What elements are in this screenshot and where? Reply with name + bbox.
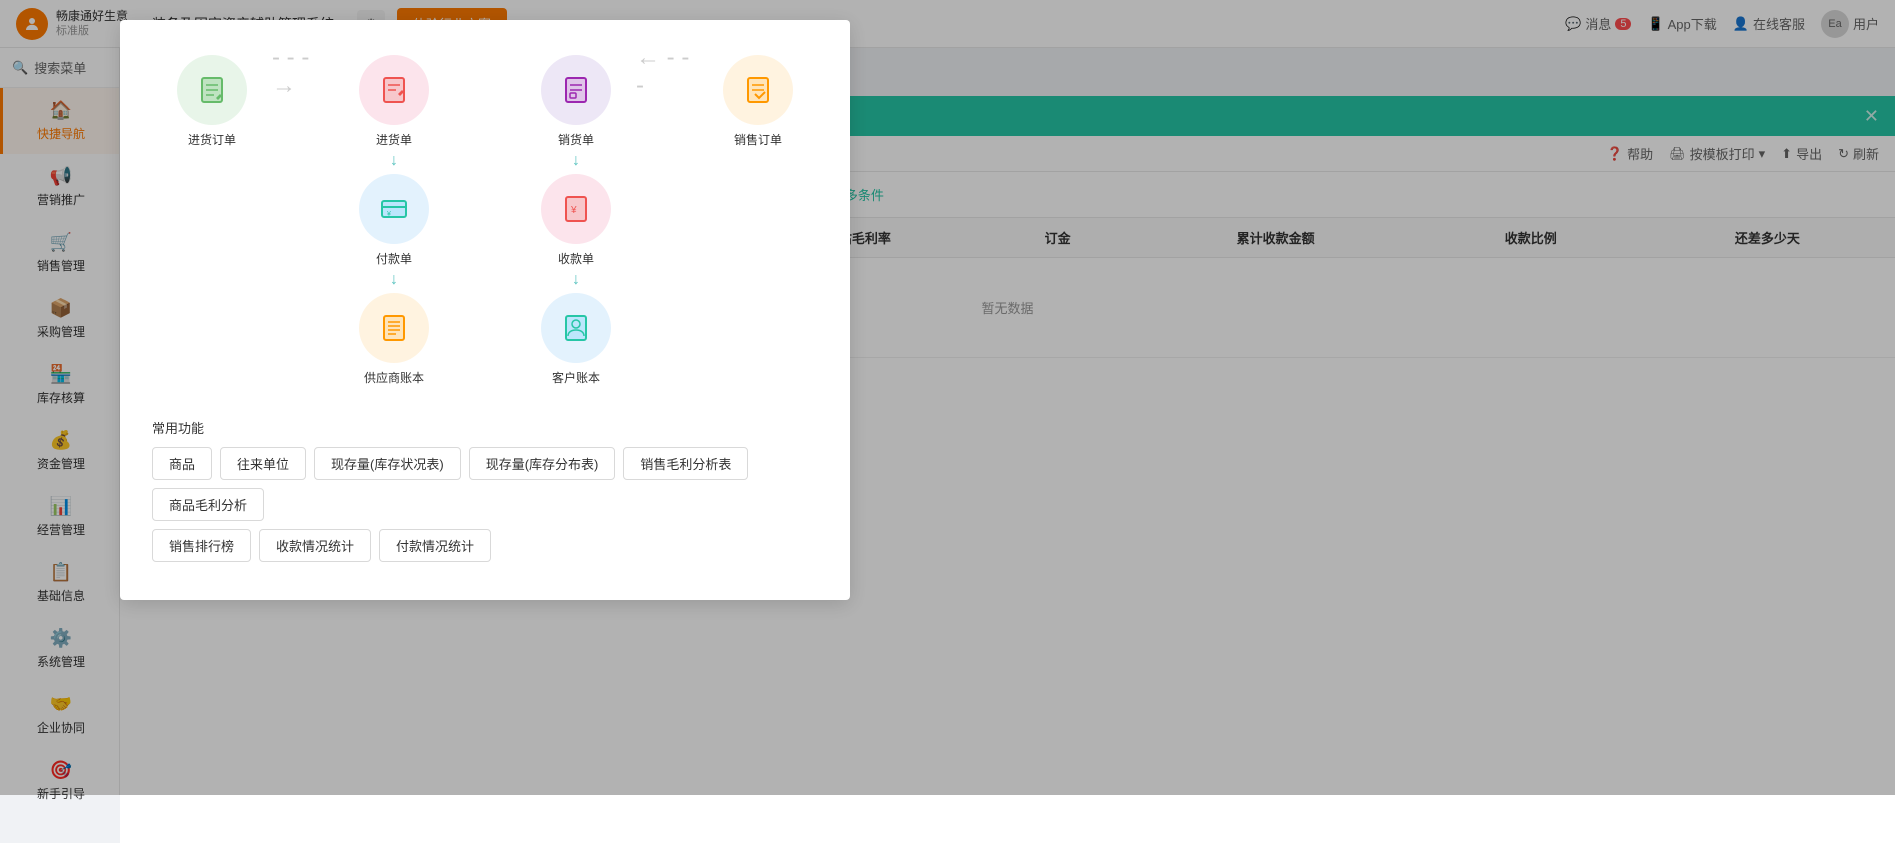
- supplier-ledger-circle: [359, 293, 429, 363]
- func-btn-payment-stat[interactable]: 付款情况统计: [379, 529, 491, 562]
- function-buttons-row1: 商品 往来单位 现存量(库存状况表) 现存量(库存分布表) 销售毛利分析表 商品…: [152, 447, 818, 521]
- sales-order-label: 销售订单: [734, 131, 782, 148]
- arrow-down-sales-bill: ↓: [516, 148, 636, 174]
- svg-text:¥: ¥: [387, 211, 391, 218]
- func-btn-contact[interactable]: 往来单位: [220, 447, 306, 480]
- func-btn-stock-status[interactable]: 现存量(库存状况表): [314, 447, 461, 480]
- func-btn-product[interactable]: 商品: [152, 447, 212, 480]
- arrow-down-receipt: ↓: [516, 267, 636, 293]
- modal-body: 进货订单 - - - →: [120, 20, 850, 600]
- modal-overlay[interactable]: 进货订单 - - - →: [0, 0, 1895, 795]
- flow-node-sales-bill[interactable]: 销货单: [516, 55, 636, 148]
- func-btn-product-profit[interactable]: 商品毛利分析: [152, 488, 264, 521]
- arrow-purchase-order-to-bill: - - - →: [272, 44, 334, 148]
- func-btn-sales-rank[interactable]: 销售排行榜: [152, 529, 251, 562]
- function-buttons-row2: 销售排行榜 收款情况统计 付款情况统计: [152, 529, 818, 562]
- flow-node-purchase-order[interactable]: 进货订单: [152, 55, 272, 148]
- sales-bill-label: 销货单: [558, 131, 594, 148]
- flow-node-purchase-bill[interactable]: 进货单: [334, 55, 454, 148]
- customer-ledger-label: 客户账本: [552, 369, 600, 386]
- common-functions-title: 常用功能: [152, 418, 818, 437]
- arrow-down-purchase-bill: ↓: [334, 148, 454, 174]
- flow-node-customer-ledger[interactable]: 客户账本: [516, 293, 636, 386]
- sales-bill-circle: [541, 55, 611, 125]
- arrow-down-payment: ↓: [334, 267, 454, 293]
- payment-circle: ¥: [359, 174, 429, 244]
- flow-node-receipt[interactable]: ¥ 收款单: [516, 174, 636, 267]
- receipt-circle: ¥: [541, 174, 611, 244]
- purchase-bill-circle: [359, 55, 429, 125]
- purchase-order-label: 进货订单: [188, 131, 236, 148]
- quick-nav-modal: 进货订单 - - - →: [120, 20, 850, 600]
- svg-text:¥: ¥: [570, 205, 577, 216]
- receipt-label: 收款单: [558, 250, 594, 267]
- func-btn-sales-profit[interactable]: 销售毛利分析表: [623, 447, 748, 480]
- func-btn-stock-dist[interactable]: 现存量(库存分布表): [469, 447, 616, 480]
- arrow-sales-order-to-bill: ← - - -: [636, 44, 698, 148]
- sales-order-circle: [723, 55, 793, 125]
- common-functions: 常用功能 商品 往来单位 现存量(库存状况表) 现存量(库存分布表) 销售毛利分…: [152, 402, 818, 586]
- supplier-ledger-label: 供应商账本: [364, 369, 424, 386]
- payment-label: 付款单: [376, 250, 412, 267]
- func-btn-receipt-stat[interactable]: 收款情况统计: [259, 529, 371, 562]
- purchase-bill-label: 进货单: [376, 131, 412, 148]
- customer-ledger-circle: [541, 293, 611, 363]
- purchase-order-circle: [177, 55, 247, 125]
- flow-node-sales-order[interactable]: 销售订单: [698, 55, 818, 148]
- flow-node-payment[interactable]: ¥ 付款单: [334, 174, 454, 267]
- flow-node-supplier-ledger[interactable]: 供应商账本: [334, 293, 454, 386]
